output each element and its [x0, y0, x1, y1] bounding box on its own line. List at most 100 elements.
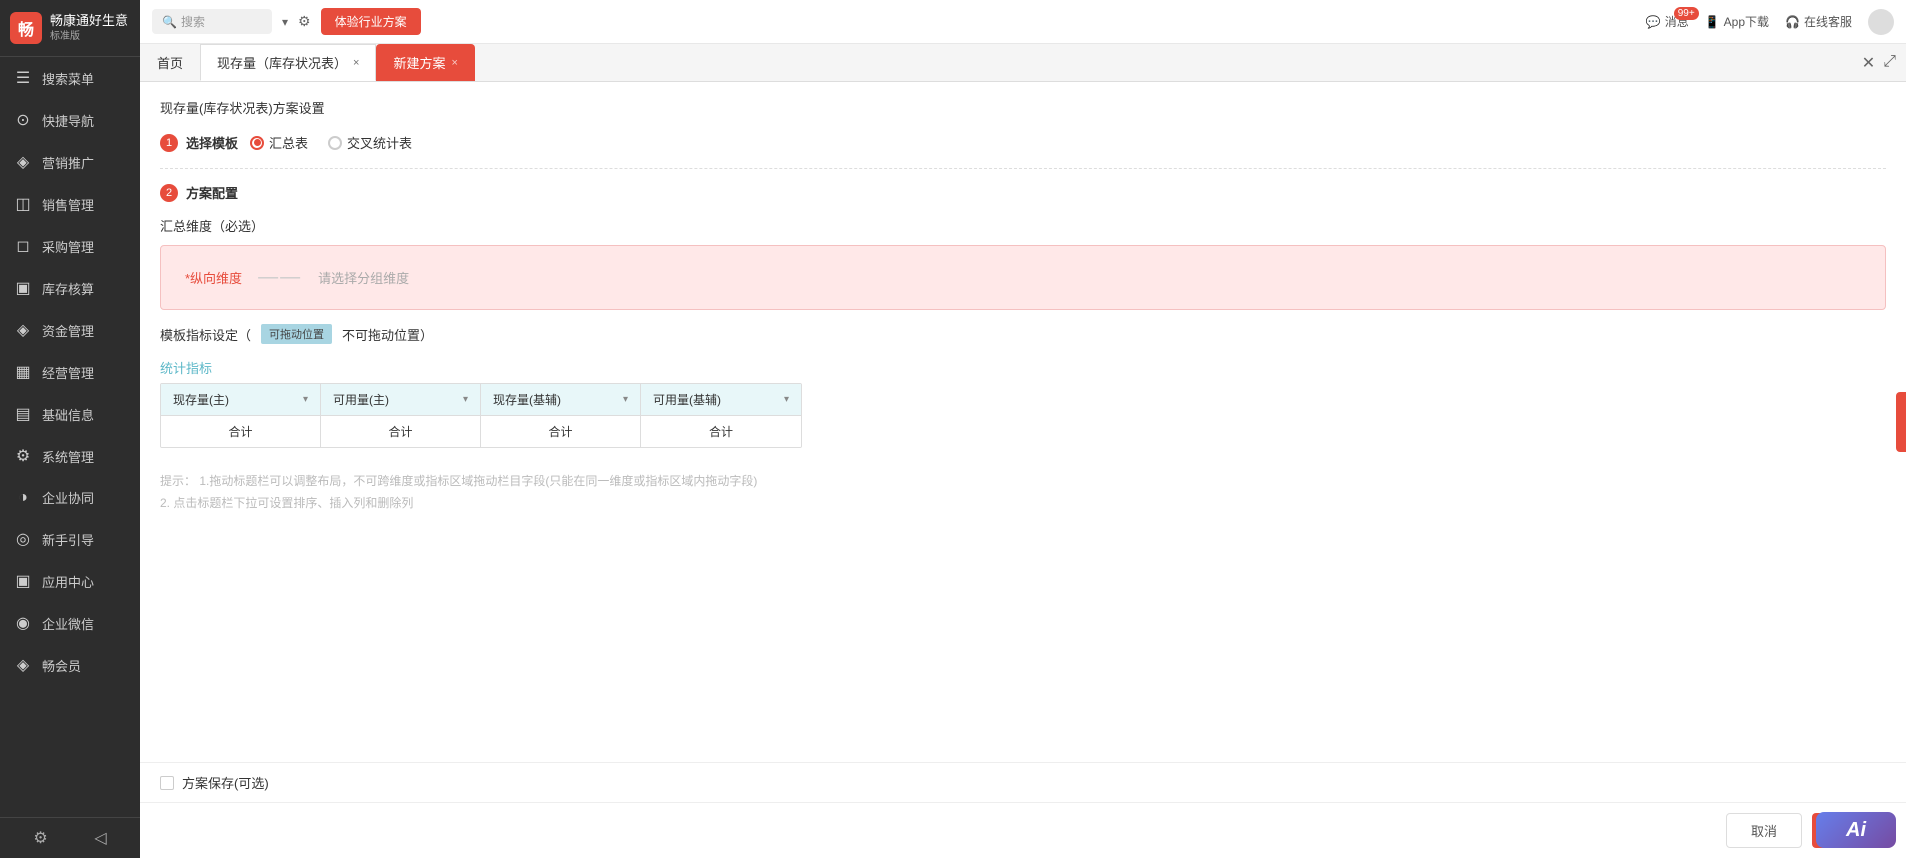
marketing-icon: ◈ — [14, 152, 32, 172]
summary-dim-section: 汇总维度（必选） *纵向维度 —— 请选择分组维度 — [160, 216, 1886, 310]
sidebar-item-label: 经营管理 — [42, 363, 94, 382]
wechat-icon: ◉ — [14, 613, 32, 633]
online-service-button[interactable]: 🎧 在线客服 — [1785, 13, 1852, 30]
col-1-chevron-icon[interactable]: ▾ — [303, 394, 308, 405]
save-checkbox-label: 方案保存(可选) — [182, 773, 269, 792]
stats-col-2-body: 合计 — [321, 415, 481, 447]
page-title: 现存量(库存状况表)方案设置 — [160, 98, 1886, 117]
app-center-icon: ▣ — [14, 571, 32, 591]
tabbar-actions: ✕ ⤢ — [1862, 53, 1896, 73]
step1-block: 1 选择模板 汇总表 交叉统计表 — [160, 133, 1886, 152]
tab-new-plan-close-icon[interactable]: × — [451, 57, 457, 69]
finance-icon: ◈ — [14, 320, 32, 340]
content-area: 现存量(库存状况表)方案设置 1 选择模板 汇总表 交叉统计表 — [140, 82, 1906, 762]
tab-new-plan-label: 新建方案 — [393, 53, 445, 72]
dim-placeholder-text[interactable]: 请选择分组维度 — [318, 268, 409, 287]
avatar-image — [1868, 9, 1894, 35]
step2-label: 方案配置 — [186, 183, 238, 202]
sidebar-item-quick-nav[interactable]: ⊙ 快捷导航 — [0, 99, 140, 141]
col-3-chevron-icon[interactable]: ▾ — [623, 394, 628, 405]
stats-col-1-sub: 合计 — [228, 423, 252, 440]
settings-footer-icon[interactable]: ⚙ — [33, 828, 47, 848]
trial-button[interactable]: 体验行业方案 — [321, 8, 421, 35]
sidebar-item-label: 系统管理 — [42, 447, 94, 466]
tip-2: 2. 点击标题栏下拉可设置排序、插入列和删除列 — [160, 493, 1886, 515]
step2-header: 2 方案配置 — [160, 183, 1886, 202]
dim-line: —— — [258, 266, 302, 289]
sidebar-logo: 畅 畅康通好生意 标准版 — [0, 0, 140, 57]
topbar: 🔍 搜索 ▾ ⚙ 体验行业方案 💬 消息 99+ 📱 App下载 🎧 在线客服 — [140, 0, 1906, 44]
sidebar-item-finance[interactable]: ◈ 资金管理 — [0, 309, 140, 351]
stats-title: 统计指标 — [160, 358, 1886, 377]
stats-col-3-header[interactable]: 现存量(基辅) ▾ — [481, 384, 641, 415]
sidebar-item-business[interactable]: ▦ 经营管理 — [0, 351, 140, 393]
sidebar-item-label: 畅会员 — [42, 656, 81, 675]
stats-col-4-body: 合计 — [641, 415, 801, 447]
radio-summary-label: 汇总表 — [269, 133, 308, 152]
speaker-footer-icon[interactable]: ◁ — [94, 828, 106, 848]
save-checkbox[interactable] — [160, 776, 174, 790]
sidebar-item-purchase[interactable]: ◻ 采购管理 — [0, 225, 140, 267]
stats-col-2-sub: 合计 — [388, 423, 412, 440]
stats-table-body-row: 合计 合计 合计 合计 — [161, 415, 801, 447]
stats-col-2-label: 可用量(主) — [333, 391, 389, 408]
stats-col-4-header[interactable]: 可用量(基辅) ▾ — [641, 384, 801, 415]
sidebar-item-app-center[interactable]: ▣ 应用中心 — [0, 560, 140, 602]
tab-home[interactable]: 首页 — [140, 44, 200, 81]
stats-section: 统计指标 现存量(主) ▾ 可用量(主) ▾ 现存量(基辅) — [160, 358, 1886, 451]
bottom-bar: 方案保存(可选) — [140, 762, 1906, 802]
sidebar-item-base-info[interactable]: ▤ 基础信息 — [0, 393, 140, 435]
user-avatar[interactable] — [1868, 9, 1894, 35]
radio-cross[interactable]: 交叉统计表 — [328, 133, 412, 152]
step2-block: 2 方案配置 汇总维度（必选） *纵向维度 —— 请选择分组维度 模板指标设定（ — [160, 183, 1886, 514]
non-draggable-label: 不可拖动位置） — [342, 325, 433, 344]
stats-col-1-header[interactable]: 现存量(主) ▾ — [161, 384, 321, 415]
sidebar-item-label: 采购管理 — [42, 237, 94, 256]
section-divider-1 — [160, 168, 1886, 169]
sidebar-item-new-guide[interactable]: ◎ 新手引导 — [0, 518, 140, 560]
message-button[interactable]: 💬 消息 99+ — [1646, 13, 1689, 30]
cooperation-icon: ◑ — [14, 489, 32, 507]
stats-col-3-label: 现存量(基辅) — [493, 391, 561, 408]
tip-1: 提示： 1.拖动标题栏可以调整布局，不可跨维度或指标区域拖动栏目字段(只能在同一… — [160, 471, 1886, 493]
logo-sub: 标准版 — [50, 30, 128, 43]
dimension-box: *纵向维度 —— 请选择分组维度 — [160, 245, 1886, 310]
sidebar-item-label: 基础信息 — [42, 405, 94, 424]
col-4-chevron-icon[interactable]: ▾ — [784, 394, 789, 405]
stats-col-2-header[interactable]: 可用量(主) ▾ — [321, 384, 481, 415]
tip-section: 提示： 1.拖动标题栏可以调整布局，不可跨维度或指标区域拖动栏目字段(只能在同一… — [160, 471, 1886, 514]
radio-cross-dot — [328, 136, 342, 150]
ai-badge[interactable]: Ai — [1816, 812, 1896, 848]
topbar-search[interactable]: 🔍 搜索 — [152, 9, 272, 34]
draggable-badge: 可拖动位置 — [261, 324, 332, 344]
sidebar-item-search-menu[interactable]: ☰ 搜索菜单 — [0, 57, 140, 99]
indicator-label: 模板指标设定（ 可拖动位置 不可拖动位置） — [160, 324, 1886, 344]
tab-inventory-status[interactable]: 现存量（库存状况表） × — [200, 44, 376, 81]
sidebar: 畅 畅康通好生意 标准版 ☰ 搜索菜单 ⊙ 快捷导航 ◈ 营销推广 ◫ 销售管理… — [0, 0, 140, 858]
sidebar-item-inventory[interactable]: ▣ 库存核算 — [0, 267, 140, 309]
action-bar: 取消 查询 — [140, 802, 1906, 858]
summary-dim-label: 汇总维度（必选） — [160, 216, 1886, 235]
close-tab-icon[interactable]: ✕ — [1862, 53, 1875, 73]
stats-col-4-label: 可用量(基辅) — [653, 391, 721, 408]
stats-col-3-sub: 合计 — [548, 423, 572, 440]
sidebar-item-vip[interactable]: ◈ 畅会员 — [0, 644, 140, 686]
tab-new-plan[interactable]: 新建方案 × — [376, 44, 474, 81]
app-download-button[interactable]: 📱 App下载 — [1705, 13, 1769, 30]
cancel-button[interactable]: 取消 — [1726, 813, 1802, 848]
sidebar-item-sales[interactable]: ◫ 销售管理 — [0, 183, 140, 225]
business-icon: ▦ — [14, 362, 32, 382]
message-badge: 99+ — [1674, 7, 1699, 20]
sidebar-item-wechat[interactable]: ◉ 企业微信 — [0, 602, 140, 644]
sidebar-item-cooperation[interactable]: ◑ 企业协同 — [0, 477, 140, 518]
col-2-chevron-icon[interactable]: ▾ — [463, 394, 468, 405]
tab-inventory-close-icon[interactable]: × — [353, 57, 359, 69]
radio-summary[interactable]: 汇总表 — [250, 133, 308, 152]
sidebar-item-marketing[interactable]: ◈ 营销推广 — [0, 141, 140, 183]
sidebar-item-system[interactable]: ⚙ 系统管理 — [0, 435, 140, 477]
expand-tab-icon[interactable]: ⤢ — [1883, 53, 1896, 73]
app-label: App下载 — [1724, 13, 1769, 30]
topbar-gear-icon[interactable]: ⚙ — [298, 13, 311, 30]
topbar-dropdown-arrow[interactable]: ▾ — [282, 15, 288, 29]
sidebar-item-label: 应用中心 — [42, 572, 94, 591]
